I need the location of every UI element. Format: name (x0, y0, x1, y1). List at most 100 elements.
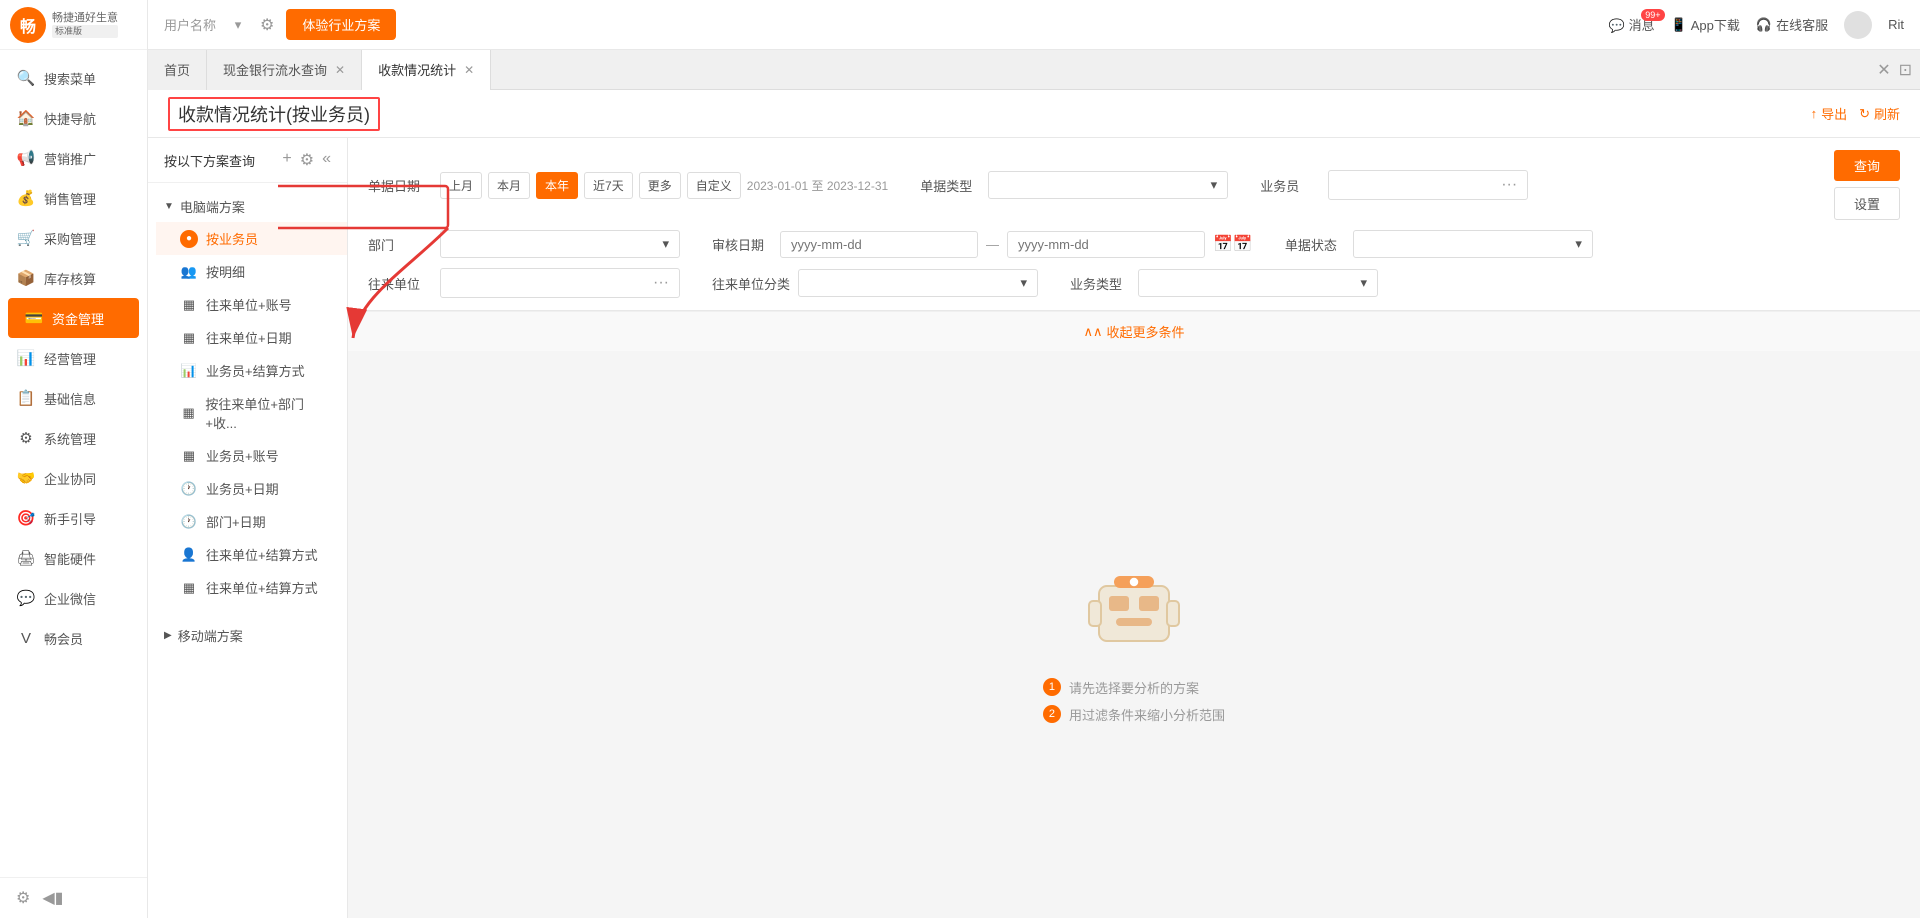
scheme-item-by-detail[interactable]: 👥 按明细 (156, 255, 347, 288)
scheme-icon: ▦ (180, 296, 198, 314)
app-download-button[interactable]: 📱 App下载 (1671, 15, 1740, 34)
scheme-item-salesman-settlement[interactable]: 📊 业务员+结算方式 (156, 354, 347, 387)
tab-receipt[interactable]: 收款情况统计 ✕ (362, 50, 491, 90)
date-btn-this-month[interactable]: 本月 (488, 172, 530, 199)
scheme-settings-button[interactable]: ⚙ (300, 150, 314, 170)
business-type-label: 业务类型 (1070, 274, 1130, 293)
export-icon: ↑ (1811, 106, 1818, 121)
system-icon: ⚙ (16, 428, 36, 448)
from-unit-select[interactable]: ··· (440, 268, 680, 298)
query-button[interactable]: 查询 (1834, 150, 1900, 181)
sidebar-item-wechat[interactable]: 💬 企业微信 (0, 578, 147, 618)
add-scheme-button[interactable]: + (282, 150, 291, 170)
sidebar-item-member[interactable]: V 畅会员 (0, 618, 147, 658)
business-type-section: 业务类型 ▾ (1070, 269, 1378, 297)
collapse-panel-button[interactable]: « (322, 150, 331, 170)
mobile-section-header[interactable]: ▶ 移动端方案 (148, 620, 347, 651)
sidebar-item-operations[interactable]: 📊 经营管理 (0, 338, 147, 378)
calendar-icon2[interactable]: 📅 (1233, 234, 1253, 254)
scheme-icon: ▦ (180, 404, 197, 422)
business-type-select[interactable]: ▾ (1138, 269, 1378, 297)
wechat-icon: 💬 (16, 588, 36, 608)
salesman-section: 业务员 ··· (1260, 170, 1528, 200)
filter-settings-button[interactable]: 设置 (1834, 187, 1900, 220)
header-gear-icon[interactable]: ⚙ (260, 15, 274, 35)
guide-icon: 🎯 (16, 508, 36, 528)
filter-row-1: 单据日期 上月 本月 本年 近7天 更多 自定义 2023-01-01 至 20… (368, 150, 1900, 220)
calendar-icon[interactable]: 📅 (1213, 234, 1233, 254)
dept-label: 部门 (368, 235, 428, 254)
refresh-button[interactable]: ↻ 刷新 (1859, 104, 1900, 123)
settings-footer-icon[interactable]: ⚙ (16, 888, 30, 908)
user-avatar[interactable] (1844, 11, 1872, 39)
date-btn-last-month[interactable]: 上月 (440, 172, 482, 199)
filter-row-2: 部门 ▾ 审核日期 — 📅 📅 (368, 230, 1900, 258)
sidebar-item-finance[interactable]: 💳 资金管理 (8, 298, 139, 338)
scheme-item-unit-date[interactable]: ▦ 往来单位+日期 (156, 321, 347, 354)
date-btn-this-year[interactable]: 本年 (536, 172, 578, 199)
review-date-end[interactable] (1007, 231, 1205, 258)
collapse-conditions-button[interactable]: ∧∧ 收起更多条件 (348, 311, 1920, 351)
tab-controls: ✕ ⊡ (1869, 60, 1920, 80)
hardware-icon: 🖨 (16, 548, 36, 568)
class-arrow: ▾ (1020, 275, 1027, 291)
scheme-item-unit-settlement1[interactable]: 👤 往来单位+结算方式 (156, 538, 347, 571)
scheme-item-salesman-account[interactable]: ▦ 业务员+账号 (156, 439, 347, 472)
export-button[interactable]: ↑ 导出 (1811, 104, 1848, 123)
review-date-label: 审核日期 (712, 235, 772, 254)
collapse-sidebar-icon[interactable]: ◀▮ (42, 888, 63, 908)
marketing-icon: 📢 (16, 148, 36, 168)
scheme-item-salesman-date[interactable]: 🕐 业务员+日期 (156, 472, 347, 505)
receipt-type-select[interactable]: ▾ (988, 171, 1228, 199)
app-logo-text: 畅捷通好生意 标准版 (52, 11, 118, 39)
trial-button[interactable]: 体验行业方案 (286, 9, 396, 40)
from-unit-class-select[interactable]: ▾ (798, 269, 1038, 297)
tab-bank[interactable]: 现金银行流水查询 ✕ (207, 50, 362, 90)
scheme-item-by-salesman[interactable]: ● 按业务员 (156, 222, 347, 255)
left-panel: 按以下方案查询 + ⚙ « ▼ 电脑端方案 ● (148, 138, 348, 918)
tab-close-all-icon[interactable]: ✕ (1877, 60, 1890, 80)
receipt-status-select[interactable]: ▾ (1353, 230, 1593, 258)
sidebar-item-hardware[interactable]: 🖨 智能硬件 (0, 538, 147, 578)
sidebar-item-search[interactable]: 🔍 搜索菜单 (0, 58, 147, 98)
scheme-item-unit-dept[interactable]: ▦ 按往来单位+部门+收... (156, 387, 347, 439)
online-service-button[interactable]: 🎧 在线客服 (1756, 15, 1828, 34)
page-title-actions: ↑ 导出 ↻ 刷新 (1811, 104, 1900, 123)
sidebar-item-basic-info[interactable]: 📋 基础信息 (0, 378, 147, 418)
empty-robot-image (1074, 546, 1194, 666)
sidebar-item-sales[interactable]: 💰 销售管理 (0, 178, 147, 218)
date-buttons: 上月 本月 本年 近7天 更多 自定义 2023-01-01 至 2023-12… (440, 172, 888, 199)
scheme-item-unit-account[interactable]: ▦ 往来单位+账号 (156, 288, 347, 321)
sidebar-footer: ⚙ ◀▮ (0, 877, 147, 918)
sidebar-item-guide[interactable]: 🎯 新手引导 (0, 498, 147, 538)
tab-bank-close[interactable]: ✕ (335, 63, 345, 77)
header-dropdown-icon[interactable]: ▾ (228, 15, 248, 35)
desktop-section-header[interactable]: ▼ 电脑端方案 (148, 191, 347, 222)
sidebar-item-system[interactable]: ⚙ 系统管理 (0, 418, 147, 458)
biz-arrow: ▾ (1360, 275, 1367, 291)
date-btn-custom[interactable]: 自定义 (687, 172, 741, 199)
sidebar-item-marketing[interactable]: 📢 营销推广 (0, 138, 147, 178)
sidebar-item-purchase[interactable]: 🛒 采购管理 (0, 218, 147, 258)
tab-maximize-icon[interactable]: ⊡ (1899, 60, 1912, 80)
salesman-select[interactable]: ··· (1328, 170, 1528, 200)
message-badge: 99+ (1641, 9, 1664, 21)
tab-home[interactable]: 首页 (148, 50, 207, 90)
filter-row-3: 往来单位 ··· 往来单位分类 ▾ (368, 268, 1900, 298)
messages-button[interactable]: 💬 消息 99+ (1609, 15, 1655, 34)
review-date-start[interactable] (780, 231, 978, 258)
scheme-item-dept-date[interactable]: 🕐 部门+日期 (156, 505, 347, 538)
date-btn-7days[interactable]: 近7天 (584, 172, 633, 199)
date-btn-more[interactable]: 更多 (639, 172, 681, 199)
salesman-label: 业务员 (1260, 176, 1320, 195)
scheme-item-unit-settlement2[interactable]: ▦ 往来单位+结算方式 (156, 571, 347, 604)
header-right: 💬 消息 99+ 📱 App下载 🎧 在线客服 Rit (1609, 11, 1904, 39)
dept-select[interactable]: ▾ (440, 230, 680, 258)
sidebar-item-inventory[interactable]: 📦 库存核算 (0, 258, 147, 298)
tab-receipt-close[interactable]: ✕ (464, 63, 474, 77)
sidebar-item-quick-nav[interactable]: 🏠 快捷导航 (0, 98, 147, 138)
date-range-display: 2023-01-01 至 2023-12-31 (747, 177, 888, 194)
sidebar-item-enterprise[interactable]: 🤝 企业协同 (0, 458, 147, 498)
query-actions: 查询 设置 (1834, 150, 1900, 220)
date-separator: — (986, 237, 999, 252)
